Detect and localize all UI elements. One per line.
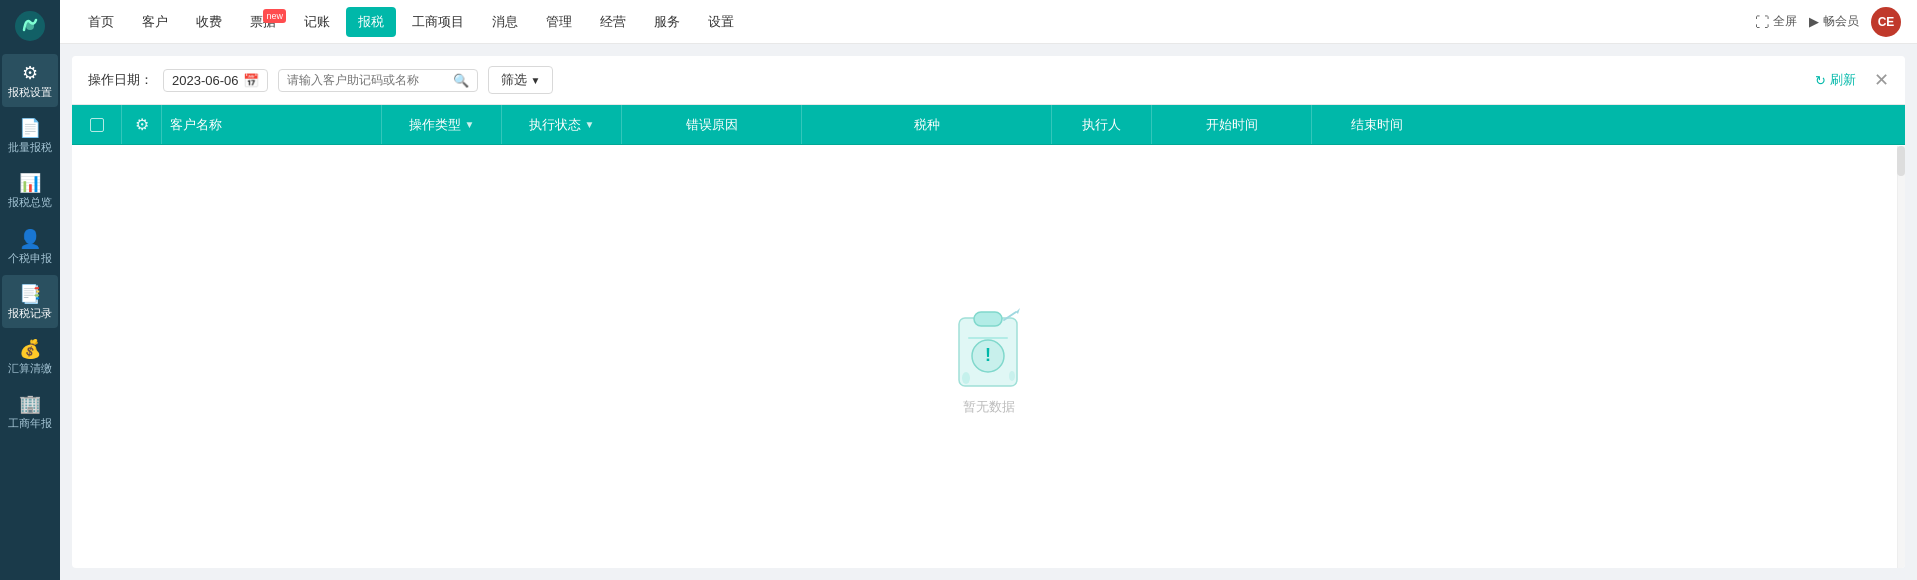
empty-state: ! 暂无数据 (72, 145, 1905, 568)
page-content: 操作日期： 2023-06-06 📅 🔍 筛选 ▼ ↻ 刷新 (60, 44, 1917, 580)
refresh-icon: ↻ (1815, 73, 1826, 88)
sort-icon-exec-status: ▼ (585, 119, 595, 130)
sidebar-item-label: 个税申报 (8, 252, 52, 265)
sidebar-logo (12, 8, 48, 44)
nav-item-home[interactable]: 首页 (76, 7, 126, 37)
table-header: ⚙ 客户名称 操作类型 ▼ 执行状态 ▼ 错误原因 税种 (72, 105, 1905, 145)
empty-illustration: ! (944, 298, 1034, 398)
sidebar-item-label: 报税记录 (8, 307, 52, 320)
nav-item-jingying[interactable]: 经营 (588, 7, 638, 37)
nav-items: 首页 客户 收费 票据 new 记账 报税 工商项目 消息 (76, 7, 1755, 37)
sidebar-item-baoshui-jilu[interactable]: 📑 报税记录 (2, 275, 58, 328)
filter-label: 筛选 (501, 71, 527, 89)
th-error-reason: 错误原因 (622, 105, 802, 144)
avatar[interactable]: CE (1871, 7, 1901, 37)
th-end-time: 结束时间 (1312, 105, 1442, 144)
th-checkbox[interactable] (72, 105, 122, 144)
th-customer-name: 客户名称 (162, 105, 382, 144)
date-picker[interactable]: 2023-06-06 📅 (163, 69, 268, 92)
svg-rect-3 (974, 312, 1002, 326)
th-exec-status[interactable]: 执行状态 ▼ (502, 105, 622, 144)
sidebar-item-label: 工商年报 (8, 417, 52, 430)
sidebar-item-baoshui-shezhi[interactable]: ⚙ 报税设置 (2, 54, 58, 107)
date-value: 2023-06-06 (172, 73, 239, 88)
nav-item-fuwu[interactable]: 服务 (642, 7, 692, 37)
svg-point-9 (962, 372, 970, 384)
sidebar-item-geshui-shenbao[interactable]: 👤 个税申报 (2, 220, 58, 273)
scrollbar-thumb[interactable] (1897, 146, 1905, 176)
empty-text: 暂无数据 (963, 398, 1015, 416)
sidebar-item-label: 报税总览 (8, 196, 52, 209)
baoshui-zongjian-icon: 📊 (19, 172, 41, 194)
fullscreen-button[interactable]: ⛶ 全屏 (1755, 13, 1797, 30)
sidebar-item-label: 汇算清缴 (8, 362, 52, 375)
search-box: 🔍 (278, 69, 478, 92)
search-input[interactable] (287, 73, 453, 87)
toolbar: 操作日期： 2023-06-06 📅 🔍 筛选 ▼ ↻ 刷新 (72, 56, 1905, 105)
new-badge: new (263, 9, 286, 23)
nav-item-guanli[interactable]: 管理 (534, 7, 584, 37)
nav-item-shezhi[interactable]: 设置 (696, 7, 746, 37)
th-operation-type[interactable]: 操作类型 ▼ (382, 105, 502, 144)
sidebar: ⚙ 报税设置 📄 批量报税 📊 报税总览 👤 个税申报 📑 报税记录 💰 汇算清… (0, 0, 60, 580)
th-tax-type: 税种 (802, 105, 1052, 144)
select-all-checkbox[interactable] (90, 118, 104, 132)
main-content: 首页 客户 收费 票据 new 记账 报税 工商项目 消息 (60, 0, 1917, 580)
th-start-time: 开始时间 (1152, 105, 1312, 144)
piliang-baoshui-icon: 📄 (19, 117, 41, 139)
date-label: 操作日期： (88, 71, 153, 89)
chevron-down-icon: ▼ (531, 75, 541, 86)
sidebar-item-label: 报税设置 (8, 86, 52, 99)
nav-item-piaoju[interactable]: 票据 new (238, 7, 288, 37)
refresh-label: 刷新 (1830, 71, 1856, 89)
scrollbar-track[interactable] (1897, 146, 1905, 568)
refresh-button[interactable]: ↻ 刷新 (1815, 71, 1856, 89)
th-settings[interactable]: ⚙ (122, 105, 162, 144)
nav-item-customer[interactable]: 客户 (130, 7, 180, 37)
geshui-shenbao-icon: 👤 (19, 228, 41, 250)
nav-item-xiaoxi[interactable]: 消息 (480, 7, 530, 37)
member-button[interactable]: ▶ 畅会员 (1809, 13, 1859, 30)
close-button[interactable]: ✕ (1874, 69, 1889, 91)
sidebar-item-piliang-baoshui[interactable]: 📄 批量报税 (2, 109, 58, 162)
huisuan-jiaona-icon: 💰 (19, 338, 41, 360)
svg-point-10 (1009, 371, 1015, 381)
nav-item-jizhang[interactable]: 记账 (292, 7, 342, 37)
nav-item-baoshui[interactable]: 报税 (346, 7, 396, 37)
baoshui-shezhi-icon: ⚙ (22, 62, 38, 84)
play-icon: ▶ (1809, 14, 1819, 29)
gongshang-nianbao-icon: 🏢 (19, 393, 41, 415)
nav-right: ⛶ 全屏 ▶ 畅会员 CE (1755, 7, 1901, 37)
sidebar-item-gongshang-nianbao[interactable]: 🏢 工商年报 (2, 385, 58, 438)
calendar-icon: 📅 (243, 73, 259, 88)
sidebar-item-huisuan-jiaona[interactable]: 💰 汇算清缴 (2, 330, 58, 383)
th-executor: 执行人 (1052, 105, 1152, 144)
search-icon[interactable]: 🔍 (453, 73, 469, 88)
svg-point-1 (26, 22, 34, 30)
nav-item-shoufei[interactable]: 收费 (184, 7, 234, 37)
settings-icon: ⚙ (135, 115, 149, 134)
sidebar-item-label: 批量报税 (8, 141, 52, 154)
sidebar-item-baoshui-zongjian[interactable]: 📊 报税总览 (2, 164, 58, 217)
svg-text:!: ! (985, 345, 991, 365)
top-navigation: 首页 客户 收费 票据 new 记账 报税 工商项目 消息 (60, 0, 1917, 44)
sort-icon-operation-type: ▼ (465, 119, 475, 130)
fullscreen-icon: ⛶ (1755, 14, 1769, 30)
nav-item-gongshang[interactable]: 工商项目 (400, 7, 476, 37)
filter-button[interactable]: 筛选 ▼ (488, 66, 554, 94)
svg-marker-8 (1016, 308, 1020, 314)
baoshui-jilu-icon: 📑 (19, 283, 41, 305)
